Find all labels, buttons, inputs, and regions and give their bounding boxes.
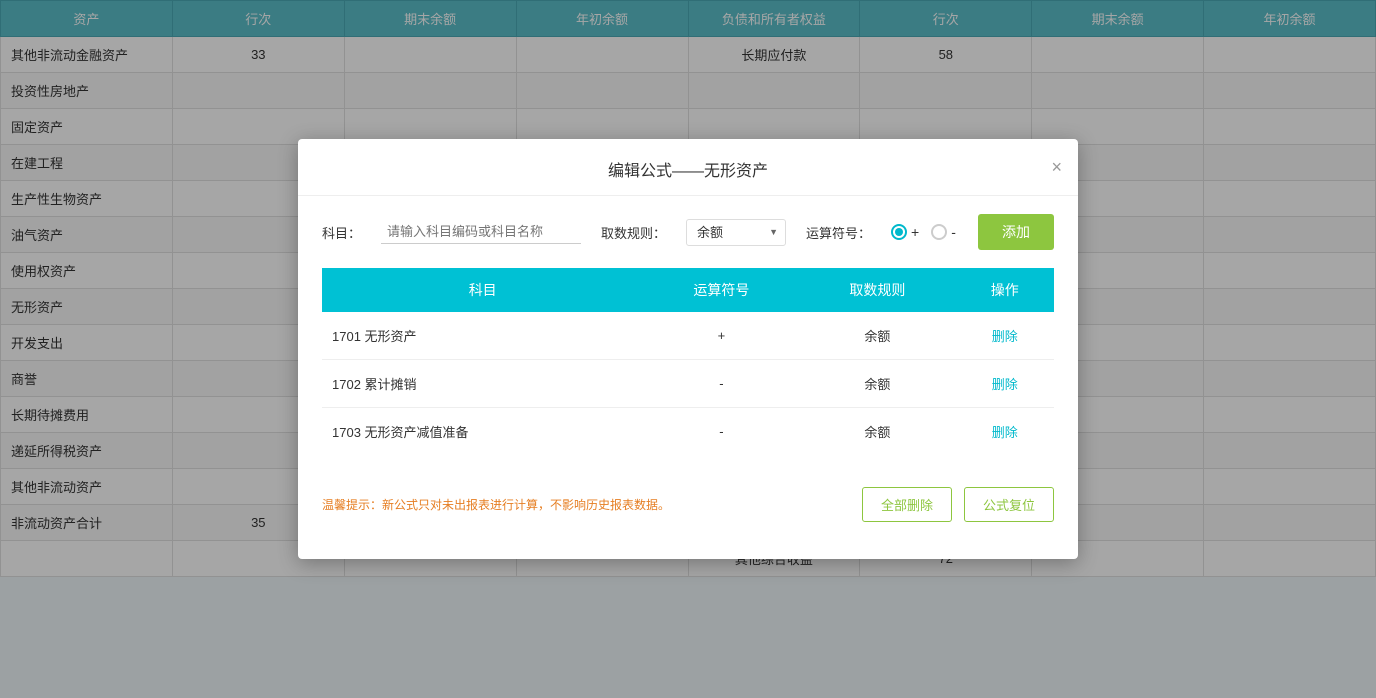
row1-rule: 余额 [799, 312, 955, 360]
operator-label: 运算符号： [806, 223, 871, 242]
delete-all-button[interactable]: 全部删除 [862, 487, 952, 522]
row1-action[interactable]: 删除 [955, 312, 1054, 360]
radio-plus[interactable]: + [891, 224, 919, 240]
delete-link-1[interactable]: 删除 [992, 329, 1018, 344]
radio-minus[interactable]: - [931, 224, 956, 240]
row3-rule: 余额 [799, 408, 955, 456]
subject-label: 科目： [322, 223, 361, 242]
data-table-wrapper: 科目 运算符号 取数规则 操作 1701 无形资产 + 余额 删除 [322, 268, 1054, 455]
row2-rule: 余额 [799, 360, 955, 408]
formula-table: 科目 运算符号 取数规则 操作 1701 无形资产 + 余额 删除 [322, 268, 1054, 455]
rule-select-wrapper: 余额 借方发生额 贷方发生额 [686, 219, 786, 246]
table-row: 1702 累计摊销 - 余额 删除 [322, 360, 1054, 408]
radio-minus-label: - [951, 224, 956, 240]
table-row: 1701 无形资产 + 余额 删除 [322, 312, 1054, 360]
operator-radio-group: + - [891, 224, 956, 240]
col-subject: 科目 [322, 268, 643, 312]
row3-subject: 1703 无形资产减值准备 [322, 408, 643, 456]
rule-label: 取数规则： [601, 223, 666, 242]
row2-action[interactable]: 删除 [955, 360, 1054, 408]
radio-plus-label: + [911, 224, 919, 240]
table-row: 1703 无形资产减值准备 - 余额 删除 [322, 408, 1054, 456]
table-header-row: 科目 运算符号 取数规则 操作 [322, 268, 1054, 312]
row3-action[interactable]: 删除 [955, 408, 1054, 456]
row1-operator: + [643, 312, 799, 360]
modal-title: 编辑公式——无形资产 [608, 163, 768, 180]
add-button[interactable]: 添加 [978, 214, 1054, 250]
modal-header: 编辑公式——无形资产 × [298, 139, 1078, 196]
modal-dialog: 编辑公式——无形资产 × 科目： 取数规则： 余额 借方发生额 贷方发生额 运算… [298, 139, 1078, 559]
footer-buttons: 全部删除 公式复位 [862, 487, 1054, 522]
modal-footer: 温馨提示：新公式只对未出报表进行计算，不影响历史报表数据。 全部删除 公式复位 [298, 471, 1078, 522]
col-action: 操作 [955, 268, 1054, 312]
background-wrapper: 资产 行次 期末余额 年初余额 负债和所有者权益 行次 期末余额 年初余额 其他… [0, 0, 1376, 698]
modal-overlay: 编辑公式——无形资产 × 科目： 取数规则： 余额 借方发生额 贷方发生额 运算… [0, 0, 1376, 698]
row1-subject: 1701 无形资产 [322, 312, 643, 360]
form-row: 科目： 取数规则： 余额 借方发生额 贷方发生额 运算符号： + [298, 196, 1078, 268]
delete-link-2[interactable]: 删除 [992, 377, 1018, 392]
radio-plus-circle [891, 224, 907, 240]
radio-minus-circle [931, 224, 947, 240]
subject-input[interactable] [381, 220, 581, 244]
row2-subject: 1702 累计摊销 [322, 360, 643, 408]
rule-select[interactable]: 余额 借方发生额 贷方发生额 [686, 219, 786, 246]
row3-operator: - [643, 408, 799, 456]
reset-formula-button[interactable]: 公式复位 [964, 487, 1054, 522]
col-operator: 运算符号 [643, 268, 799, 312]
hint-text: 温馨提示：新公式只对未出报表进行计算，不影响历史报表数据。 [322, 496, 670, 513]
row2-operator: - [643, 360, 799, 408]
delete-link-3[interactable]: 删除 [992, 425, 1018, 440]
col-rule: 取数规则 [799, 268, 955, 312]
close-button[interactable]: × [1051, 158, 1062, 176]
